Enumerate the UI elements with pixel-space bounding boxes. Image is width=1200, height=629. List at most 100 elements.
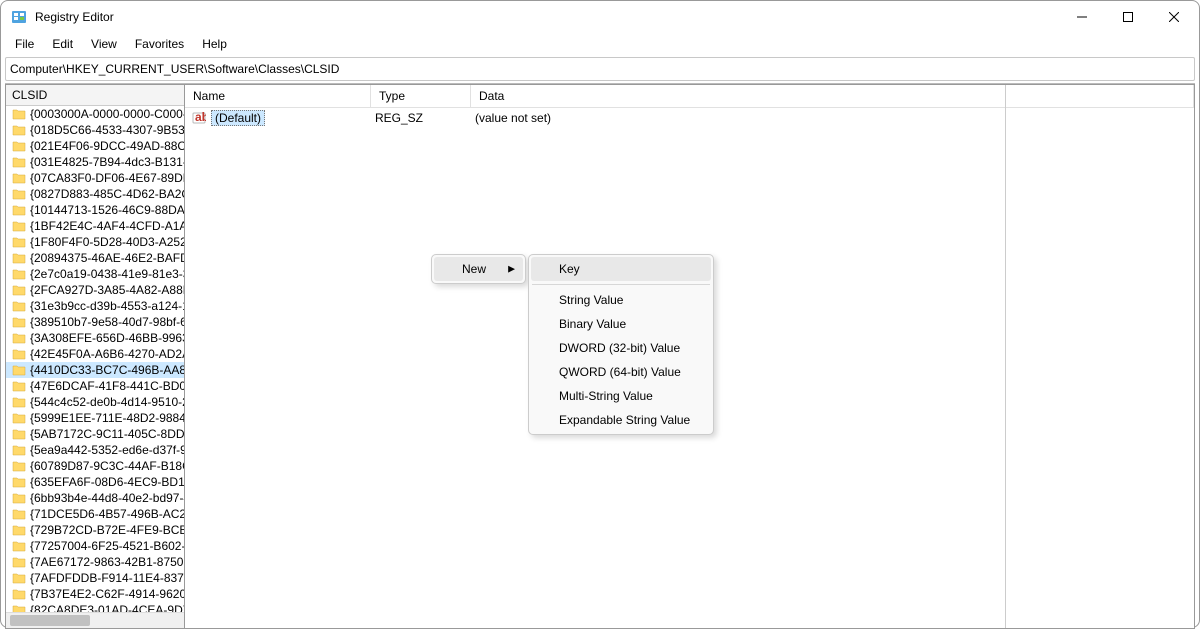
tree-item-label: {635EFA6F-08D6-4EC9-BD14-8A0F <box>30 475 184 489</box>
tree-item-label: {7AFDFDDB-F914-11E4-8377-6C3E <box>30 571 184 585</box>
tree-item[interactable]: {021E4F06-9DCC-49AD-88CF-ECC <box>6 138 184 154</box>
value-data: (value not set) <box>475 111 1188 125</box>
tree-item[interactable]: {4410DC33-BC7C-496B-AA84-4AE <box>6 362 184 378</box>
tree-item-label: {60789D87-9C3C-44AF-B18C-3DE. <box>30 459 184 473</box>
tree-body[interactable]: {0003000A-0000-0000-C000-0000C {018D5C66-… <box>6 106 184 613</box>
minimize-button[interactable] <box>1059 1 1105 33</box>
tree-item-label: {6bb93b4e-44d8-40e2-bd97-42db <box>30 491 184 505</box>
tree-item[interactable]: {544c4c52-de0b-4d14-9510-21745 <box>6 394 184 410</box>
tree-hscrollbar[interactable] <box>6 612 184 628</box>
tree-item[interactable]: {7AFDFDDB-F914-11E4-8377-6C3E <box>6 570 184 586</box>
maximize-button[interactable] <box>1105 1 1151 33</box>
tree-item[interactable]: {018D5C66-4533-4307-9B53-224DI <box>6 122 184 138</box>
ctx-expandable-string-value[interactable]: Expandable String Value <box>531 408 711 432</box>
tree-item[interactable]: {5999E1EE-711E-48D2-9884-851A7 <box>6 410 184 426</box>
tree-item-label: {021E4F06-9DCC-49AD-88CF-ECC <box>30 139 184 153</box>
tree-panel: CLSID {0003000A-0000-0000-C000-0000C {018… <box>5 84 185 629</box>
ctx-multi-string-value[interactable]: Multi-String Value <box>531 384 711 408</box>
tree-item-label: {2FCA927D-3A85-4A82-A88F-7728 <box>30 283 184 297</box>
tree-item-label: {5AB7172C-9C11-405C-8DD5-AF2 <box>30 427 184 441</box>
tree-item[interactable]: {5ea9a442-5352-ed6e-d37f-9d511- <box>6 442 184 458</box>
tree-item[interactable]: {07CA83F0-DF06-4E67-89DD-E809 <box>6 170 184 186</box>
tree-item-label: {3A308EFE-656D-46BB-9963-0A41 <box>30 331 184 345</box>
tree-item[interactable]: {0003000A-0000-0000-C000-0000C <box>6 106 184 122</box>
column-type-header[interactable]: Type <box>371 85 471 107</box>
tree-item[interactable]: {71DCE5D6-4B57-496B-AC21-CD5 <box>6 506 184 522</box>
tree-item-label: {31e3b9cc-d39b-4553-a124-13c6b <box>30 299 184 313</box>
tree-item[interactable]: {5AB7172C-9C11-405C-8DD5-AF2 <box>6 426 184 442</box>
tree-item-label: {1BF42E4C-4AF4-4CFD-A1A0-CF2 <box>30 219 184 233</box>
menu-edit[interactable]: Edit <box>44 35 81 53</box>
ctx-binary-value[interactable]: Binary Value <box>531 312 711 336</box>
menubar: File Edit View Favorites Help <box>1 33 1199 55</box>
value-type: REG_SZ <box>375 111 475 125</box>
tree-item[interactable]: {2FCA927D-3A85-4A82-A88F-7728 <box>6 282 184 298</box>
tree-item[interactable]: {0827D883-485C-4D62-BA2C-A33. <box>6 186 184 202</box>
values-body[interactable]: ab (Default) REG_SZ (value not set) <box>185 108 1194 128</box>
submenu-arrow-icon: ▶ <box>508 264 515 275</box>
panel-divider <box>1005 85 1006 628</box>
address-bar[interactable]: Computer\HKEY_CURRENT_USER\Software\Clas… <box>5 57 1195 81</box>
menu-help[interactable]: Help <box>194 35 235 53</box>
tree-item[interactable]: {7B37E4E2-C62F-4914-9620-8FB50 <box>6 586 184 602</box>
ctx-new[interactable]: New ▶ <box>434 257 523 281</box>
context-menu-submenu: Key String Value Binary Value DWORD (32-… <box>528 254 714 435</box>
ctx-key[interactable]: Key <box>531 257 711 281</box>
context-menu-primary: New ▶ <box>431 254 526 284</box>
tree-item-label: {2e7c0a19-0438-41e9-81e3-3ad3d <box>30 267 184 281</box>
tree-item-label: {5ea9a442-5352-ed6e-d37f-9d511- <box>30 443 184 457</box>
tree-item-label: {031E4825-7B94-4dc3-B131-E946B <box>30 155 184 169</box>
tree-item[interactable]: {031E4825-7B94-4dc3-B131-E946B <box>6 154 184 170</box>
menu-view[interactable]: View <box>83 35 125 53</box>
value-row[interactable]: ab (Default) REG_SZ (value not set) <box>185 108 1194 128</box>
tree-item-label: {0827D883-485C-4D62-BA2C-A33. <box>30 187 184 201</box>
values-header: Name Type Data <box>185 85 1194 108</box>
ctx-string-value[interactable]: String Value <box>531 288 711 312</box>
tree-item[interactable]: {2e7c0a19-0438-41e9-81e3-3ad3d <box>6 266 184 282</box>
tree-item-label: {0003000A-0000-0000-C000-0000C <box>30 107 184 121</box>
tree-item-label: {77257004-6F25-4521-B602-50ECC <box>30 539 184 553</box>
tree-item-label: {1F80F4F0-5D28-40D3-A252-4D36 <box>30 235 184 249</box>
tree-item[interactable]: {3A308EFE-656D-46BB-9963-0A41 <box>6 330 184 346</box>
tree-item-label: {544c4c52-de0b-4d14-9510-21745 <box>30 395 184 409</box>
ctx-new-label: New <box>462 262 486 276</box>
tree-item[interactable]: {6bb93b4e-44d8-40e2-bd97-42db <box>6 490 184 506</box>
tree-item-label: {4410DC33-BC7C-496B-AA84-4AE <box>30 363 184 377</box>
tree-item[interactable]: {729B72CD-B72E-4FE9-BCBF-E954 <box>6 522 184 538</box>
column-data-header[interactable]: Data <box>471 85 1194 107</box>
menu-favorites[interactable]: Favorites <box>127 35 192 53</box>
ctx-separator <box>532 284 710 285</box>
ctx-dword-value[interactable]: DWORD (32-bit) Value <box>531 336 711 360</box>
tree-item-label: {5999E1EE-711E-48D2-9884-851A7 <box>30 411 184 425</box>
tree-item[interactable]: {10144713-1526-46C9-88DA-1FB5. <box>6 202 184 218</box>
tree-item-label: {7B37E4E2-C62F-4914-9620-8FB50 <box>30 587 184 601</box>
tree-item[interactable]: {42E45F0A-A6B6-4270-AD2A-13B <box>6 346 184 362</box>
tree-item[interactable]: {635EFA6F-08D6-4EC9-BD14-8A0F <box>6 474 184 490</box>
tree-item[interactable]: {7AE67172-9863-42B1-8750-2B850 <box>6 554 184 570</box>
tree-item[interactable]: {389510b7-9e58-40d7-98bf-60b91 <box>6 314 184 330</box>
tree-item[interactable]: {1BF42E4C-4AF4-4CFD-A1A0-CF2 <box>6 218 184 234</box>
tree-item-label: {71DCE5D6-4B57-496B-AC21-CD5 <box>30 507 184 521</box>
menu-file[interactable]: File <box>7 35 42 53</box>
tree-item-label: {07CA83F0-DF06-4E67-89DD-E809 <box>30 171 184 185</box>
tree-item-label: {018D5C66-4533-4307-9B53-224DI <box>30 123 184 137</box>
window-controls <box>1059 1 1197 33</box>
tree-item[interactable]: {31e3b9cc-d39b-4553-a124-13c6b <box>6 298 184 314</box>
tree-item[interactable]: {60789D87-9C3C-44AF-B18C-3DE. <box>6 458 184 474</box>
tree-item[interactable]: {47E6DCAF-41F8-441C-BD0E-A50I <box>6 378 184 394</box>
ctx-qword-value[interactable]: QWORD (64-bit) Value <box>531 360 711 384</box>
tree-item[interactable]: {77257004-6F25-4521-B602-50ECC <box>6 538 184 554</box>
value-name: (Default) <box>211 110 375 126</box>
regedit-icon <box>11 9 27 25</box>
tree-item-label: {20894375-46AE-46E2-BAFD-CB38 <box>30 251 184 265</box>
tree-item[interactable]: {20894375-46AE-46E2-BAFD-CB38 <box>6 250 184 266</box>
string-value-icon: ab <box>191 111 207 125</box>
tree-item-label: {47E6DCAF-41F8-441C-BD0E-A50I <box>30 379 184 393</box>
close-button[interactable] <box>1151 1 1197 33</box>
tree-root-label[interactable]: CLSID <box>6 85 184 106</box>
tree-hscroll-thumb[interactable] <box>10 615 90 626</box>
tree-item-label: {389510b7-9e58-40d7-98bf-60b91 <box>30 315 184 329</box>
column-name-header[interactable]: Name <box>185 85 371 107</box>
tree-item[interactable]: {1F80F4F0-5D28-40D3-A252-4D36 <box>6 234 184 250</box>
window-title: Registry Editor <box>35 10 1059 24</box>
